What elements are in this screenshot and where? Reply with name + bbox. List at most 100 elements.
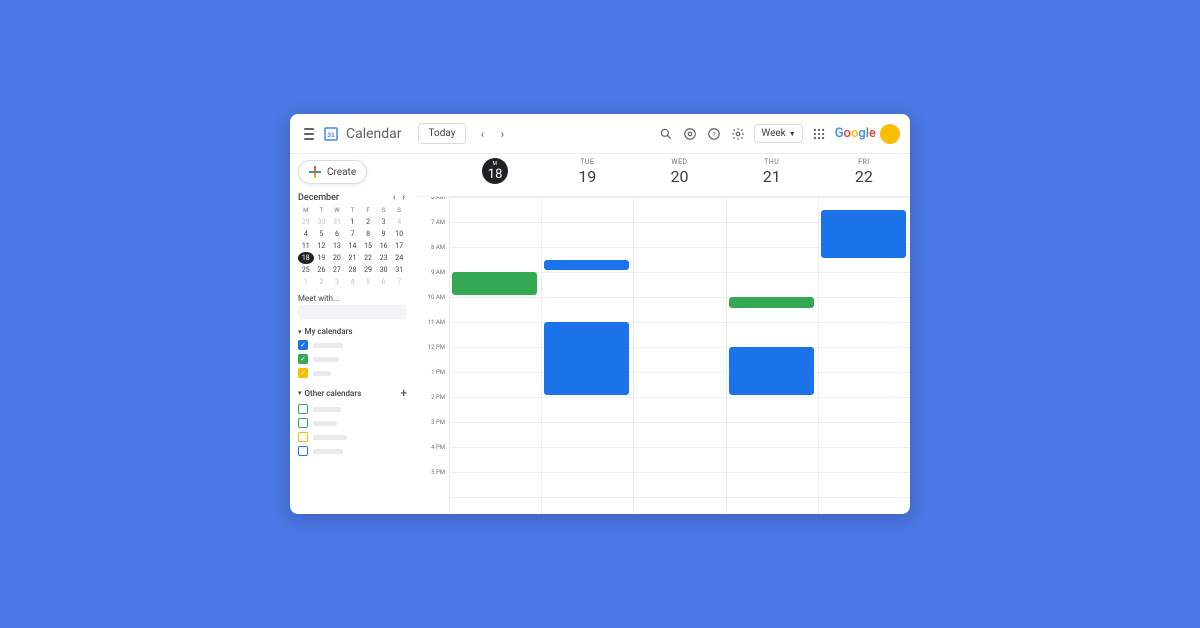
- other-calendar-item[interactable]: [298, 418, 407, 428]
- event-grid[interactable]: [449, 197, 910, 514]
- mini-day[interactable]: 29: [298, 216, 314, 228]
- mini-day[interactable]: 4: [345, 276, 361, 288]
- mini-day[interactable]: 3: [329, 276, 345, 288]
- mini-day[interactable]: 28: [345, 264, 361, 276]
- mini-next-icon[interactable]: ›: [400, 192, 407, 203]
- mini-day[interactable]: 31: [391, 264, 407, 276]
- other-calendar-item[interactable]: [298, 446, 407, 456]
- hour-label: 7 AM: [415, 219, 445, 244]
- day-column[interactable]: [449, 197, 541, 514]
- my-calendar-item[interactable]: [298, 368, 407, 378]
- mini-day[interactable]: 20: [329, 252, 345, 264]
- my-calendars-header[interactable]: ▾ My calendars: [298, 327, 407, 336]
- mini-day[interactable]: 12: [314, 240, 330, 252]
- mini-day[interactable]: 30: [314, 216, 330, 228]
- mini-prev-icon[interactable]: ‹: [391, 192, 398, 203]
- mini-day[interactable]: 9: [376, 228, 392, 240]
- mini-day[interactable]: 16: [376, 240, 392, 252]
- mini-day[interactable]: 18: [298, 252, 314, 264]
- event-block[interactable]: [729, 297, 814, 308]
- mini-day[interactable]: 14: [345, 240, 361, 252]
- day-of-week: THU: [726, 158, 818, 166]
- apps-icon[interactable]: [810, 125, 828, 143]
- search-icon[interactable]: [657, 125, 675, 143]
- settings-icon[interactable]: [729, 125, 747, 143]
- add-calendar-icon[interactable]: +: [400, 386, 407, 400]
- my-calendar-item[interactable]: [298, 340, 407, 350]
- my-calendar-item[interactable]: [298, 354, 407, 364]
- mini-day[interactable]: 30: [376, 264, 392, 276]
- mini-day[interactable]: 24: [391, 252, 407, 264]
- calendar-checkbox[interactable]: [298, 340, 308, 350]
- mini-day[interactable]: 4: [391, 216, 407, 228]
- day-column[interactable]: [633, 197, 725, 514]
- next-week-icon[interactable]: ›: [494, 126, 510, 142]
- other-calendar-item[interactable]: [298, 404, 407, 414]
- day-column[interactable]: [541, 197, 633, 514]
- calendar-checkbox[interactable]: [298, 404, 308, 414]
- mini-day[interactable]: 27: [329, 264, 345, 276]
- calendar-checkbox[interactable]: [298, 418, 308, 428]
- mini-day[interactable]: 29: [360, 264, 376, 276]
- mini-calendar[interactable]: MTWTFSS293031123445678910111213141516171…: [298, 205, 407, 288]
- mini-day[interactable]: 6: [329, 228, 345, 240]
- mini-day[interactable]: 2: [314, 276, 330, 288]
- mini-day[interactable]: 1: [298, 276, 314, 288]
- sidebar: Create December ‹ › MTWTFSS2930311234456…: [290, 154, 415, 514]
- create-button[interactable]: Create: [298, 160, 367, 184]
- mini-day[interactable]: 7: [345, 228, 361, 240]
- mini-day[interactable]: 1: [345, 216, 361, 228]
- day-column[interactable]: [726, 197, 818, 514]
- today-button[interactable]: Today: [418, 123, 467, 144]
- time-grid[interactable]: 6 AM7 AM8 AM9 AM10 AM11 AM12 PM1 PM2 PM3…: [415, 196, 910, 514]
- other-calendar-item[interactable]: [298, 432, 407, 442]
- day-header[interactable]: WED20: [633, 154, 725, 196]
- calendar-checkbox[interactable]: [298, 446, 308, 456]
- event-block[interactable]: [729, 347, 814, 395]
- mini-day[interactable]: 3: [376, 216, 392, 228]
- mini-day[interactable]: 4: [298, 228, 314, 240]
- meet-with-input[interactable]: [298, 305, 407, 319]
- mini-day[interactable]: 2: [360, 216, 376, 228]
- mini-day[interactable]: 5: [314, 228, 330, 240]
- menu-icon[interactable]: [300, 124, 318, 144]
- support-icon[interactable]: [681, 125, 699, 143]
- calendar-checkbox[interactable]: [298, 432, 308, 442]
- mini-day[interactable]: 19: [314, 252, 330, 264]
- event-block[interactable]: [452, 272, 537, 295]
- account-avatar[interactable]: [880, 124, 900, 144]
- mini-day[interactable]: 8: [360, 228, 376, 240]
- mini-day[interactable]: 10: [391, 228, 407, 240]
- other-calendars-header[interactable]: ▾ Other calendars +: [298, 386, 407, 400]
- event-block[interactable]: [821, 210, 906, 258]
- mini-day[interactable]: 7: [391, 276, 407, 288]
- mini-day[interactable]: 26: [314, 264, 330, 276]
- day-header[interactable]: FRI22: [818, 154, 910, 196]
- mini-day[interactable]: 5: [360, 276, 376, 288]
- event-block[interactable]: [544, 260, 629, 271]
- mini-day[interactable]: 31: [329, 216, 345, 228]
- calendar-checkbox[interactable]: [298, 354, 308, 364]
- mini-dow: T: [345, 205, 361, 216]
- event-block[interactable]: [544, 322, 629, 395]
- day-header[interactable]: THU21: [726, 154, 818, 196]
- mini-day[interactable]: 17: [391, 240, 407, 252]
- day-header[interactable]: TUE19: [541, 154, 633, 196]
- calendar-checkbox[interactable]: [298, 368, 308, 378]
- mini-day[interactable]: 25: [298, 264, 314, 276]
- hour-label: 11 AM: [415, 319, 445, 344]
- help-icon[interactable]: ?: [705, 125, 723, 143]
- mini-day[interactable]: 13: [329, 240, 345, 252]
- chevron-down-icon: ▼: [789, 130, 796, 138]
- mini-day[interactable]: 21: [345, 252, 361, 264]
- mini-day[interactable]: 22: [360, 252, 376, 264]
- view-select[interactable]: Week ▼: [754, 124, 802, 143]
- day-header[interactable]: M18: [449, 154, 541, 196]
- header: 31 Calendar Today ‹ › ? Week ▼ Google: [290, 114, 910, 154]
- mini-day[interactable]: 11: [298, 240, 314, 252]
- mini-day[interactable]: 6: [376, 276, 392, 288]
- day-column[interactable]: [818, 197, 910, 514]
- prev-week-icon[interactable]: ‹: [474, 126, 490, 142]
- mini-day[interactable]: 23: [376, 252, 392, 264]
- mini-day[interactable]: 15: [360, 240, 376, 252]
